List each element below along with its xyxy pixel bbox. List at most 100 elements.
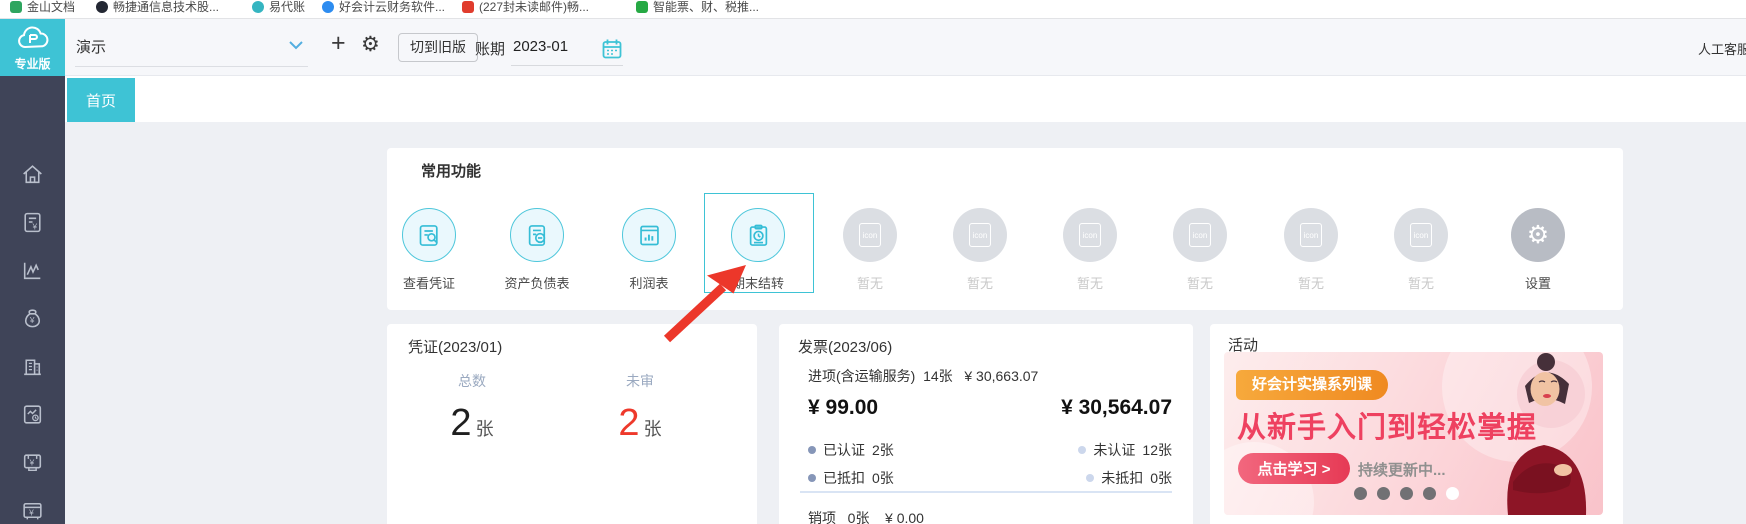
carousel-dot-active[interactable]: [1446, 487, 1459, 500]
voucher-search-icon: [419, 224, 438, 246]
carousel-dot[interactable]: [1423, 487, 1436, 500]
salary-calendar-icon[interactable]: ¥: [20, 498, 45, 523]
quick-item-empty[interactable]: icon 暂无: [1367, 208, 1475, 292]
banner-badge: 好会计实操系列课: [1236, 370, 1389, 400]
period-underline: [511, 65, 623, 66]
promo-banner[interactable]: 好会计实操系列课 从新手入门到轻松掌握 点击学习 > 持续更新中...: [1224, 352, 1603, 515]
stat-deducted: 已抵扣 0张: [808, 468, 894, 488]
company-building-icon[interactable]: [20, 354, 45, 379]
quick-functions-card: 常用功能 查看凭证 资产负债表 利润表 期末结转 icon 暂无 icon 暂无…: [387, 148, 1623, 310]
app-root: 金山文档 畅捷通信息技术股... 易代账 好会计云财务软件... (227封未读…: [0, 0, 1746, 524]
invoice-card-title: 发票(2023/06): [798, 339, 893, 356]
quick-item-period-end-closing[interactable]: 期末结转: [704, 208, 812, 292]
cashier-icon[interactable]: ¥: [20, 450, 45, 475]
legend-dot: [808, 446, 816, 454]
svg-text:¥: ¥: [32, 221, 38, 231]
svg-text:¥: ¥: [29, 315, 35, 325]
placeholder-icon: icon: [1079, 223, 1101, 247]
stat-certified: 已认证 2张: [808, 440, 894, 460]
voucher-summary-card: 凭证(2023/01) 总数 2张 未审 2张: [387, 324, 757, 524]
invoice-output-line: 销项 0张 ¥ 0.00: [808, 510, 924, 524]
bookmark-item[interactable]: 易代账: [252, 0, 305, 15]
bookmark-item[interactable]: 好会计云财务软件...: [322, 0, 445, 15]
period-end-icon: [749, 224, 767, 246]
cloud-logo-icon: [17, 26, 48, 49]
profit-chart-icon: [639, 225, 659, 245]
voucher-unaudited-value: 2张: [618, 402, 662, 444]
report-chart-icon[interactable]: [20, 258, 45, 283]
quick-item-view-voucher[interactable]: 查看凭证: [375, 208, 483, 292]
app-logo: 专业版: [0, 19, 65, 76]
switch-to-old-version-button[interactable]: 切到旧版: [398, 33, 478, 62]
stat-undeducted: 未抵扣 0张: [1086, 468, 1172, 488]
customer-support-link[interactable]: 人工客服: [1694, 39, 1746, 58]
gear-icon[interactable]: ⚙: [361, 32, 380, 57]
edition-label: 专业版: [14, 57, 51, 71]
bookmark-item[interactable]: 智能票、财、税推...: [636, 0, 759, 15]
banner-headline: 从新手入门到轻松掌握: [1237, 412, 1538, 444]
statement-report-icon[interactable]: [20, 402, 45, 427]
bookmark-favicon: [96, 0, 108, 13]
tab-bar: [65, 76, 1746, 122]
invoice-input-line: 进项(含运输服务) 14张 ¥ 30,663.07: [808, 368, 1039, 384]
account-select-value[interactable]: 演示: [76, 36, 106, 57]
support-label: 人工客服: [1698, 42, 1746, 57]
stat-uncertified: 未认证 12张: [1078, 440, 1172, 460]
placeholder-icon: icon: [1300, 223, 1322, 247]
settings-gear-icon: ⚙: [1511, 208, 1565, 262]
balance-sheet-icon: [528, 224, 545, 246]
sidebar-nav: ¥ ¥ ¥ ¥ 税: [0, 76, 65, 524]
legend-dot: [1078, 446, 1087, 454]
period-label: 账期: [475, 41, 506, 58]
quick-item-empty[interactable]: icon 暂无: [1257, 208, 1365, 292]
bookmark-favicon: [462, 0, 474, 13]
browser-bookmarks-bar: 金山文档 畅捷通信息技术股... 易代账 好会计云财务软件... (227封未读…: [0, 0, 1746, 19]
invoice-summary-card: 发票(2023/06) 进项(含运输服务) 14张 ¥ 30,663.07 ¥ …: [779, 324, 1193, 524]
bookmark-item[interactable]: (227封未读邮件)畅...: [462, 0, 589, 15]
quick-item-empty[interactable]: icon 暂无: [926, 208, 1034, 292]
tab-home[interactable]: 首页: [67, 78, 135, 122]
learn-now-button[interactable]: 点击学习 >: [1238, 453, 1350, 484]
quick-item-profit-statement[interactable]: 利润表: [595, 208, 703, 292]
placeholder-icon: icon: [1189, 223, 1211, 247]
quick-item-empty[interactable]: icon 暂无: [1146, 208, 1254, 292]
carousel-dot[interactable]: [1400, 487, 1413, 500]
quick-item-empty[interactable]: icon 暂无: [1036, 208, 1144, 292]
voucher-unaudited-label: 未审: [626, 373, 654, 389]
legend-dot: [1086, 474, 1095, 482]
top-toolbar: [0, 19, 1746, 76]
legend-dot: [808, 474, 816, 482]
certified-amount: ¥ 99.00: [808, 396, 879, 419]
bookmark-favicon: [636, 0, 648, 13]
bookmark-favicon: [252, 0, 264, 13]
uncertified-amount: ¥ 30,564.07: [1061, 396, 1172, 419]
period-value[interactable]: 2023-01: [513, 38, 568, 55]
banner-note: 持续更新中...: [1358, 462, 1446, 479]
account-select-underline: [75, 66, 308, 67]
chevron-down-icon[interactable]: [288, 40, 304, 50]
placeholder-icon: icon: [859, 223, 881, 247]
bookmark-item[interactable]: 金山文档: [10, 0, 75, 15]
calendar-icon[interactable]: [601, 38, 623, 60]
activity-card: 活动 好会计实操系列课 从新手入门到轻松掌握 点击学习 > 持续更新中...: [1210, 324, 1623, 524]
bookmark-favicon: [10, 0, 22, 13]
placeholder-icon: icon: [969, 223, 991, 247]
voucher-icon[interactable]: ¥: [20, 210, 45, 235]
quick-panel-title: 常用功能: [421, 163, 482, 180]
carousel-dot[interactable]: [1377, 487, 1390, 500]
bookmark-favicon: [322, 0, 334, 13]
home-icon[interactable]: [20, 162, 45, 187]
voucher-total-label: 总数: [458, 373, 486, 389]
voucher-total-value: 2张: [450, 402, 494, 444]
add-account-set-button[interactable]: +: [331, 29, 346, 58]
funds-moneybag-icon[interactable]: ¥: [20, 306, 45, 331]
voucher-card-title: 凭证(2023/01): [408, 339, 503, 356]
svg-text:¥: ¥: [28, 508, 34, 518]
quick-item-empty[interactable]: icon 暂无: [816, 208, 924, 292]
carousel-dots: [1354, 487, 1459, 500]
quick-item-settings[interactable]: ⚙ 设置: [1484, 208, 1592, 292]
placeholder-icon: icon: [1410, 223, 1432, 247]
carousel-dot[interactable]: [1354, 487, 1367, 500]
bookmark-item[interactable]: 畅捷通信息技术股...: [96, 0, 219, 15]
quick-item-balance-sheet[interactable]: 资产负债表: [483, 208, 591, 292]
